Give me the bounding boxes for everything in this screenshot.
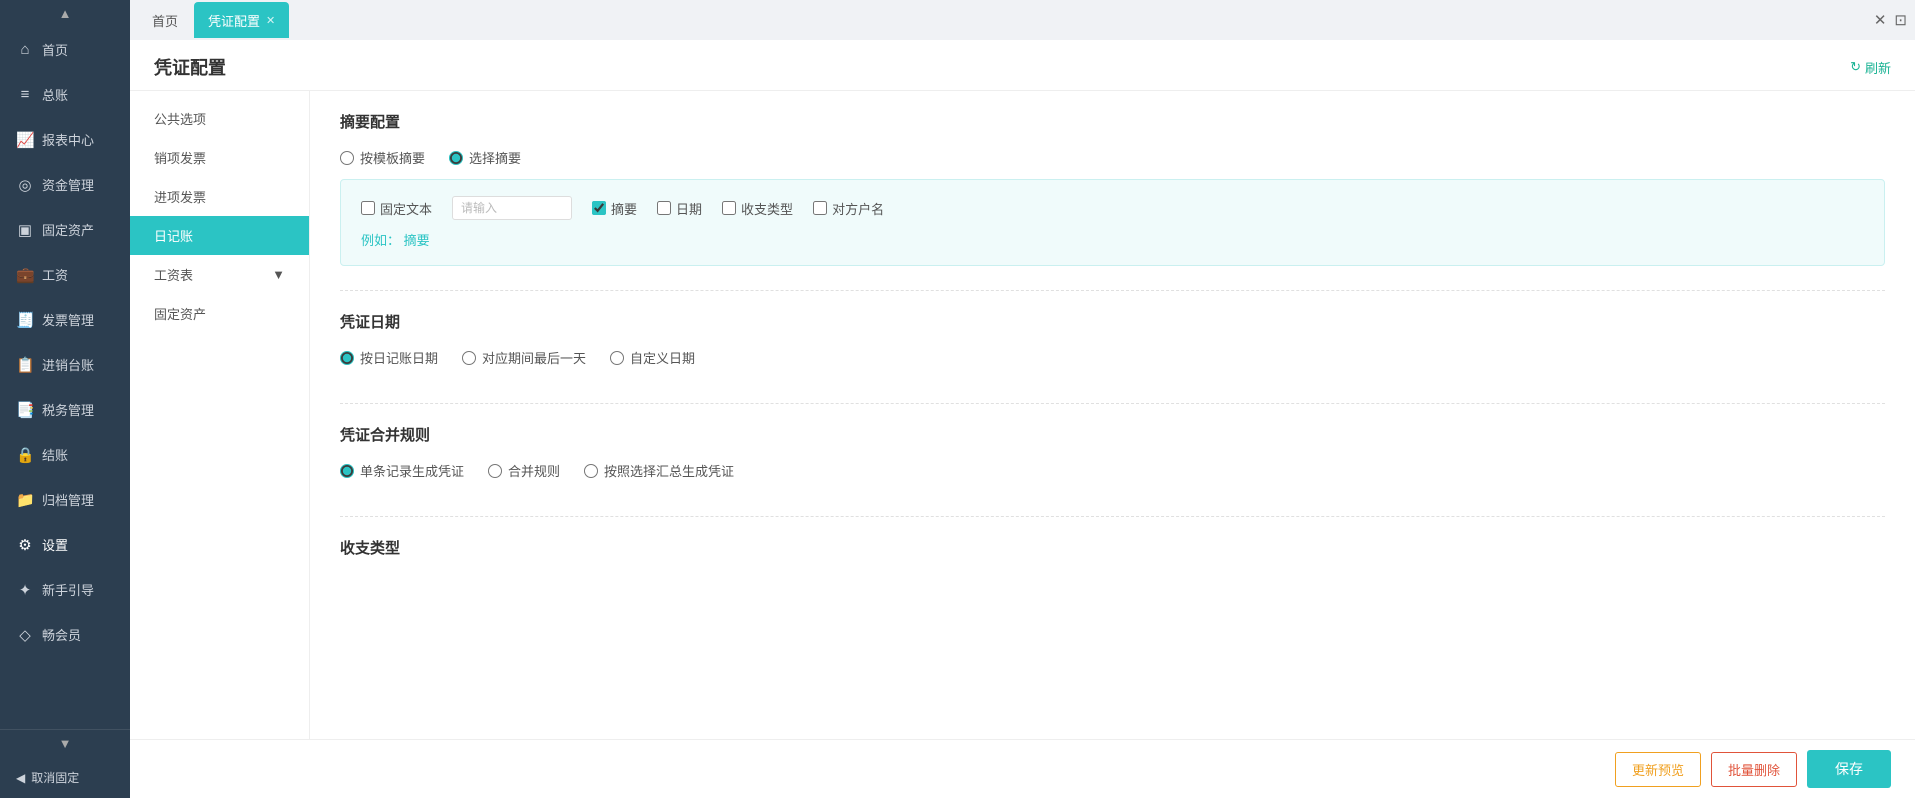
checkbox-income-type[interactable]: 收支类型 [722,199,793,218]
summary-checkbox-group: 固定文本 摘要 日期 [361,196,1864,220]
checkbox-date[interactable]: 日期 [657,199,702,218]
radio-period-last[interactable]: 对应期间最后一天 [462,348,586,367]
radio-journal-date[interactable]: 按日记账日期 [340,348,438,367]
summary-radio-group: 按模板摘要 选择摘要 [340,148,1885,167]
page-header: 凭证配置 ↻ 刷新 [130,40,1915,91]
fixed-text-input[interactable] [452,196,572,220]
tab-resize-button[interactable]: ⊡ [1894,11,1907,29]
sidebar-item-payroll[interactable]: 💼 工资 [0,252,130,297]
payroll-icon: 💼 [16,266,34,284]
ledger-icon: ≡ [16,86,34,103]
income-type-title: 收支类型 [340,537,1885,558]
merge-rule-radio-group: 单条记录生成凭证 合并规则 按照选择汇总生成凭证 [340,461,1885,480]
summary-title: 摘要配置 [340,111,1885,132]
summary-section: 摘要配置 按模板摘要 选择摘要 [340,111,1885,291]
left-nav-item-payroll-table[interactable]: 工资表 ▼ [130,255,309,294]
voucher-date-radio-group: 按日记账日期 对应期间最后一天 自定义日期 [340,348,1885,367]
save-button[interactable]: 保存 [1807,750,1891,788]
sidebar-item-member[interactable]: ◇ 畅会员 [0,612,130,657]
purchase-sale-icon: 📋 [16,356,34,374]
checkbox-abstract[interactable]: 摘要 [592,199,637,218]
page-title: 凭证配置 [154,54,226,80]
assets-icon: ▣ [16,221,34,239]
left-nav-item-journal[interactable]: 日记账 [130,216,309,255]
sidebar-item-report[interactable]: 📈 报表中心 [0,117,130,162]
batch-delete-button[interactable]: 批量删除 [1711,752,1797,787]
left-nav-item-fixed-assets[interactable]: 固定资产 [130,294,309,333]
right-content: 摘要配置 按模板摘要 选择摘要 [310,91,1915,739]
sidebar-item-funds[interactable]: ◎ 资金管理 [0,162,130,207]
tab-bar: 首页 凭证配置 ✕ ✕ ⊡ [130,0,1915,40]
left-nav: 公共选项 销项发票 进项发票 日记账 工资表 ▼ 固定资产 [130,91,310,739]
income-type-section: 收支类型 [340,537,1885,598]
summary-example: 例如： 摘要 [361,230,1864,249]
guide-icon: ✦ [16,581,34,599]
bottom-toolbar: 更新预览 批量删除 保存 [130,739,1915,798]
content-wrap: 凭证配置 ↻ 刷新 公共选项 销项发票 进项发票 日记账 [130,40,1915,798]
merge-rule-section: 凭证合并规则 单条记录生成凭证 合并规则 按照选择汇总生成凭证 [340,424,1885,517]
tax-icon: 📑 [16,401,34,419]
home-icon: ⌂ [16,41,34,58]
checkbox-counterpart[interactable]: 对方户名 [813,199,884,218]
funds-icon: ◎ [16,176,34,194]
refresh-icon: ↻ [1850,59,1861,75]
unfix-button[interactable]: ◀ 取消固定 [0,757,130,798]
voucher-date-section: 凭证日期 按日记账日期 对应期间最后一天 自定义日期 [340,311,1885,404]
main-area: 首页 凭证配置 ✕ ✕ ⊡ 凭证配置 ↻ 刷新 公共选项 [130,0,1915,798]
sidebar-item-settings[interactable]: ⚙ 设置 [0,522,130,567]
tab-close-window-button[interactable]: ✕ [1874,11,1887,29]
sidebar: ▲ ⌂ 首页 ≡ 总账 📈 报表中心 ◎ 资金管理 ▣ 固定资产 💼 工资 🧾 … [0,0,130,798]
radio-custom-date[interactable]: 自定义日期 [610,348,695,367]
body-wrap: 公共选项 销项发票 进项发票 日记账 工资表 ▼ 固定资产 [130,91,1915,739]
sidebar-scroll-up[interactable]: ▲ [0,0,130,27]
expand-icon: ▼ [272,267,285,282]
invoice-mgmt-icon: 🧾 [16,311,34,329]
sidebar-item-assets[interactable]: ▣ 固定资产 [0,207,130,252]
tab-voucher-config[interactable]: 凭证配置 ✕ [194,2,289,38]
left-nav-item-sales-invoice[interactable]: 销项发票 [130,138,309,177]
archive-icon: 📁 [16,491,34,509]
summary-radio-select[interactable]: 选择摘要 [449,148,521,167]
unfix-icon: ◀ [16,771,25,785]
summary-radio-template[interactable]: 按模板摘要 [340,148,425,167]
settings-icon: ⚙ [16,536,34,554]
sidebar-scroll-down[interactable]: ▼ [0,730,130,757]
tab-home[interactable]: 首页 [138,2,192,38]
sidebar-item-home[interactable]: ⌂ 首页 [0,27,130,72]
closing-icon: 🔒 [16,446,34,464]
merge-rule-title: 凭证合并规则 [340,424,1885,445]
left-nav-item-purchase-invoice[interactable]: 进项发票 [130,177,309,216]
report-icon: 📈 [16,131,34,149]
sidebar-item-tax[interactable]: 📑 税务管理 [0,387,130,432]
sidebar-item-closing[interactable]: 🔒 结账 [0,432,130,477]
left-nav-item-public[interactable]: 公共选项 [130,99,309,138]
update-preview-button[interactable]: 更新预览 [1615,752,1701,787]
voucher-date-title: 凭证日期 [340,311,1885,332]
sidebar-item-archive[interactable]: 📁 归档管理 [0,477,130,522]
sidebar-item-ledger[interactable]: ≡ 总账 [0,72,130,117]
checkbox-fixed-text[interactable]: 固定文本 [361,199,432,218]
sidebar-item-invoice-mgmt[interactable]: 🧾 发票管理 [0,297,130,342]
radio-merge[interactable]: 合并规则 [488,461,560,480]
tab-controls: ✕ ⊡ [1874,11,1907,29]
tab-close-icon[interactable]: ✕ [266,14,275,27]
sidebar-item-guide[interactable]: ✦ 新手引导 [0,567,130,612]
sidebar-bottom: ▼ ◀ 取消固定 [0,729,130,798]
summary-config-box: 固定文本 摘要 日期 [340,179,1885,266]
refresh-button[interactable]: ↻ 刷新 [1850,58,1891,77]
member-icon: ◇ [16,626,34,644]
radio-single[interactable]: 单条记录生成凭证 [340,461,464,480]
radio-select-summary[interactable]: 按照选择汇总生成凭证 [584,461,734,480]
sidebar-item-purchase-sale[interactable]: 📋 进销台账 [0,342,130,387]
